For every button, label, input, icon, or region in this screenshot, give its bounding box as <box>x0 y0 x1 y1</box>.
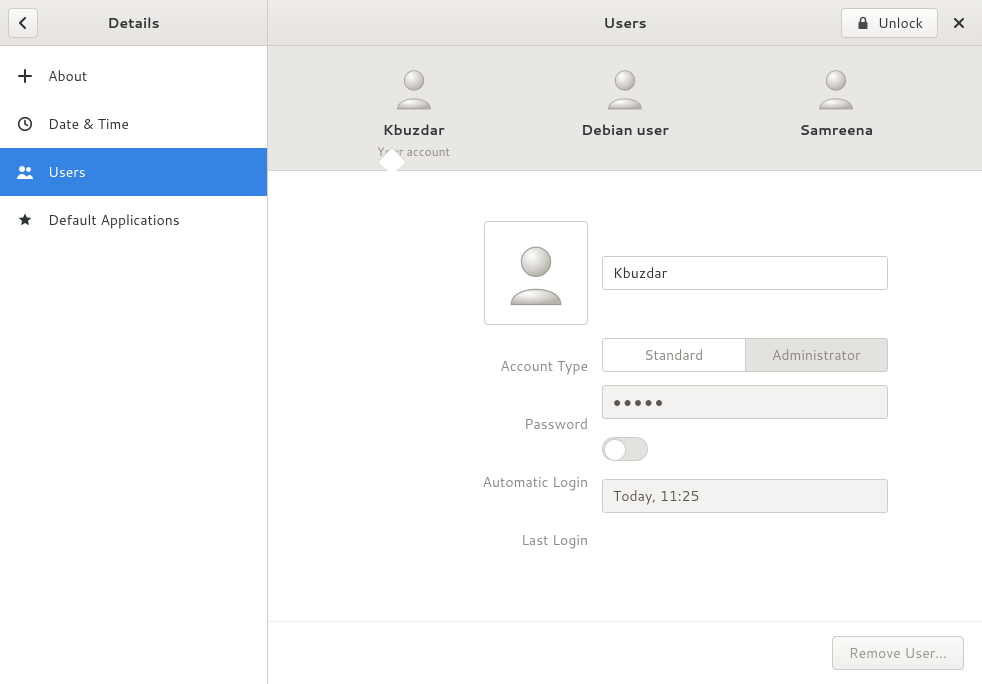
sidebar-nav: About Date & Time Users Default Application… <box>0 46 267 684</box>
remove-user-button[interactable]: Remove User… <box>832 636 964 670</box>
sidebar-item-date-time[interactable]: Date & Time <box>0 100 267 148</box>
user-card[interactable]: Samreena <box>766 64 906 160</box>
chevron-left-icon <box>17 17 29 29</box>
unlock-button[interactable]: Unlock <box>841 8 938 38</box>
users-strip: KbuzdarYour account Debian user Samreena <box>268 46 982 171</box>
autologin-switch[interactable] <box>602 437 648 461</box>
main-panel: Users Unlock KbuzdarYour account Debian … <box>268 0 982 684</box>
close-button[interactable] <box>944 8 974 38</box>
sidebar: Details About Date & Time Users Default App… <box>0 0 268 684</box>
full-name-input[interactable] <box>602 256 888 290</box>
users-icon <box>16 164 34 180</box>
close-icon <box>953 17 965 29</box>
user-name: Samreena <box>799 120 873 140</box>
password-label: Password <box>524 407 588 441</box>
account-type-segmented: Standard Administrator <box>602 338 888 372</box>
sidebar-item-label: Default Applications <box>48 210 180 230</box>
sidebar-item-about[interactable]: About <box>0 52 267 100</box>
sidebar-item-label: About <box>48 66 87 86</box>
user-name: Debian user <box>581 120 669 140</box>
autologin-label: Automatic Login <box>483 465 588 499</box>
user-detail-form: Account Type Password Automatic Login La… <box>268 171 982 621</box>
sidebar-item-label: Users <box>48 162 86 182</box>
unlock-label: Unlock <box>878 13 923 33</box>
sidebar-item-default-applications[interactable]: Default Applications <box>0 196 267 244</box>
avatar-picker[interactable] <box>484 221 588 325</box>
star-icon <box>16 212 34 228</box>
user-card[interactable]: Debian user <box>555 64 695 160</box>
password-button[interactable]: ●●●●● <box>602 385 888 419</box>
account-type-label: Account Type <box>500 349 588 383</box>
plus-icon <box>16 68 34 84</box>
clock-icon <box>16 116 34 132</box>
lock-icon <box>856 16 870 30</box>
lastlogin-value: Today, 11:25 <box>602 479 888 513</box>
user-name: Kbuzdar <box>383 120 445 140</box>
sidebar-item-label: Date & Time <box>48 114 129 134</box>
sidebar-title: Details <box>0 13 267 33</box>
footer: Remove User… <box>268 621 982 684</box>
avatar-icon <box>500 237 572 309</box>
account-type-standard[interactable]: Standard <box>602 338 746 372</box>
avatar-icon <box>601 64 649 117</box>
user-card[interactable]: KbuzdarYour account <box>344 64 484 160</box>
main-header: Users Unlock <box>268 0 982 46</box>
sidebar-header: Details <box>0 0 267 46</box>
back-button[interactable] <box>8 8 38 38</box>
avatar-icon <box>812 64 860 117</box>
avatar-icon <box>390 64 438 117</box>
account-type-administrator[interactable]: Administrator <box>746 338 889 372</box>
lastlogin-label: Last Login <box>521 523 588 557</box>
sidebar-item-users[interactable]: Users <box>0 148 267 196</box>
